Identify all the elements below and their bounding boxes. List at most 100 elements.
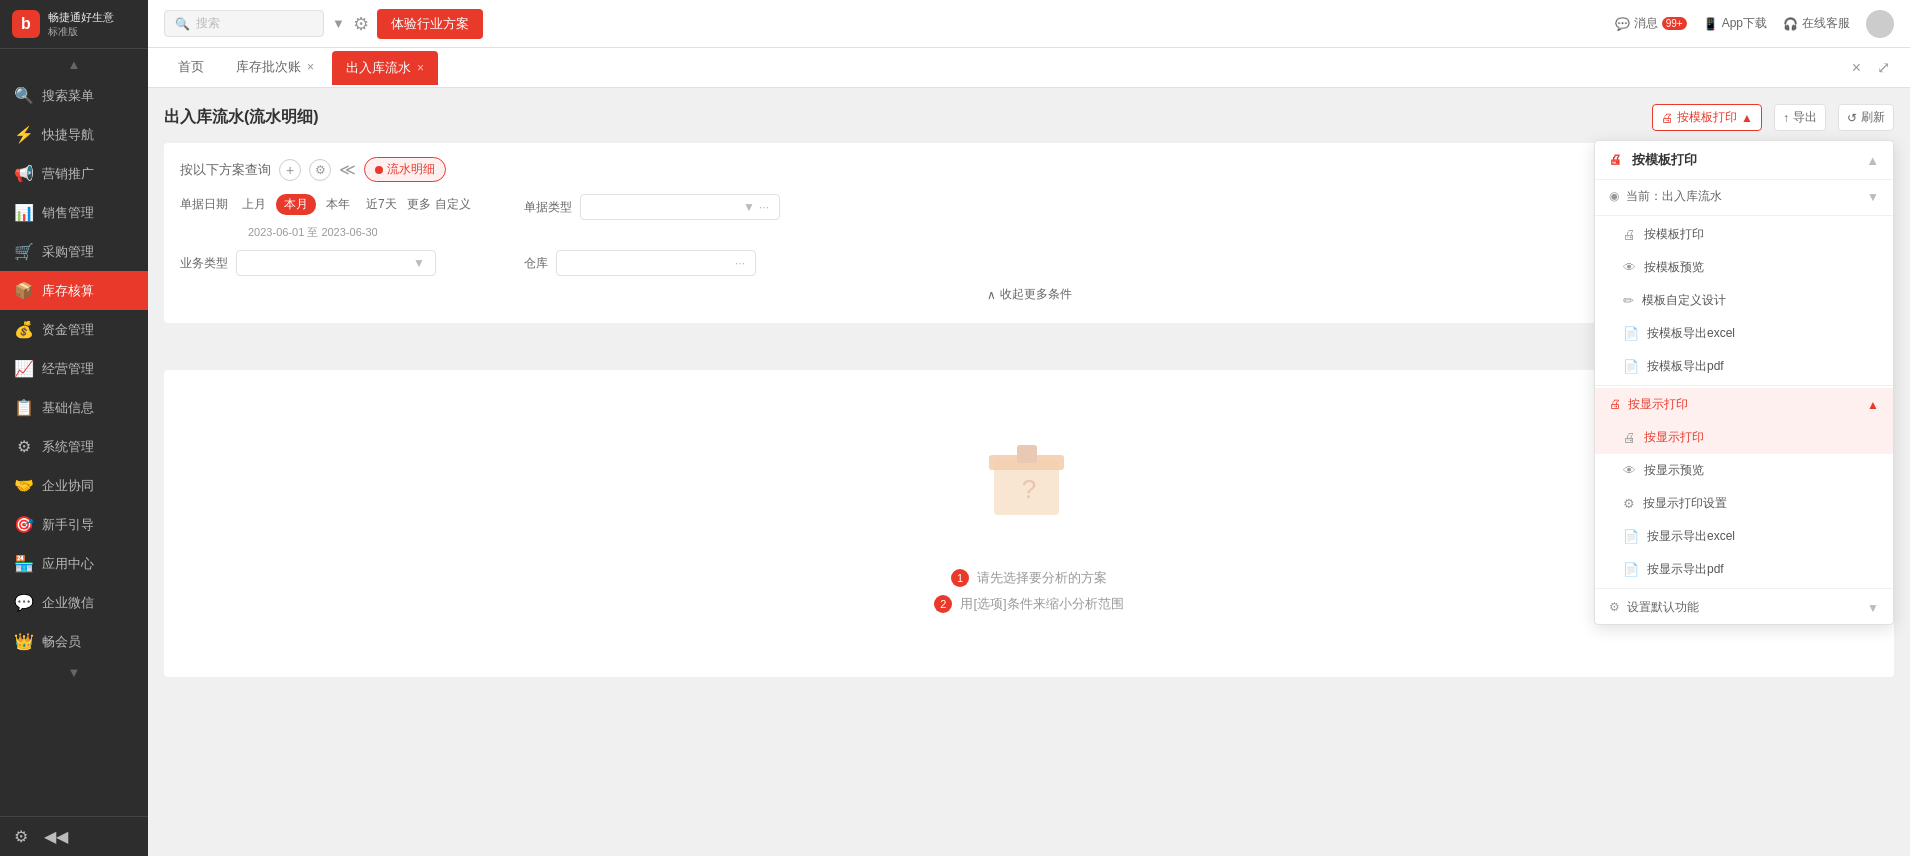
dropdown-template-export-excel[interactable]: 📄 按模板导出excel — [1595, 317, 1893, 350]
doc-type-label: 单据类型 — [524, 199, 572, 216]
tab-home[interactable]: 首页 — [164, 50, 218, 86]
topbar-settings-icon[interactable]: ⚙ — [353, 13, 369, 35]
date-custom[interactable]: 自定义 — [435, 196, 471, 213]
phone-icon: 📱 — [1703, 17, 1718, 31]
doc-type-select[interactable]: ▼ ··· — [580, 194, 780, 220]
dropdown-template-export-pdf[interactable]: 📄 按模板导出pdf — [1595, 350, 1893, 383]
message-icon: 💬 — [1615, 17, 1630, 31]
step-2-number: 2 — [934, 595, 952, 613]
dropdown-display-print[interactable]: 🖨 按显示打印 — [1595, 421, 1893, 454]
dropdown-display-preview[interactable]: 👁 按显示预览 — [1595, 454, 1893, 487]
app-download-button[interactable]: 📱 App下载 — [1703, 15, 1767, 32]
dropdown-display-section-header[interactable]: 🖨 按显示打印 ▲ — [1595, 388, 1893, 421]
sidebar: b 畅捷通好生意 标准版 ▲ 🔍 搜索菜单 ⚡ 快捷导航 📢 营销推广 📊 销售… — [0, 0, 148, 856]
filter-tag-dot — [375, 166, 383, 174]
topbar-dropdown-icon[interactable]: ▼ — [332, 16, 345, 31]
window-close-icon[interactable]: × — [1848, 57, 1865, 79]
template-preview-icon: 👁 — [1623, 260, 1636, 275]
dropdown-display-print-settings[interactable]: ⚙ 按显示打印设置 — [1595, 487, 1893, 520]
dropdown-display-section-arrow: ▲ — [1867, 398, 1879, 412]
sidebar-item-purchase[interactable]: 🛒 采购管理 — [0, 232, 148, 271]
filter-add-button[interactable]: + — [279, 159, 301, 181]
sidebar-item-shortcut[interactable]: ⚡ 快捷导航 — [0, 115, 148, 154]
sidebar-item-cooperation[interactable]: 🤝 企业协同 — [0, 466, 148, 505]
filter-collapse-icon[interactable]: ≪ — [339, 160, 356, 179]
date-prev-month[interactable]: 上月 — [236, 194, 272, 215]
dropdown-display-section-icon: 🖨 — [1609, 397, 1621, 411]
page-header: 出入库流水(流水明细) 🖨 按模板打印 ▲ ↑ 导出 ↺ 刷新 — [164, 104, 1894, 131]
dropdown-current-selection[interactable]: ◉ 当前：出入库流水 ▼ — [1595, 180, 1893, 213]
template-design-icon: ✏ — [1623, 293, 1634, 308]
date-more[interactable]: 更多 — [407, 196, 431, 213]
sidebar-item-newguide[interactable]: 🎯 新手引导 — [0, 505, 148, 544]
filter-settings-button[interactable]: ⚙ — [309, 159, 331, 181]
dropdown-set-default[interactable]: ⚙ 设置默认功能 ▼ — [1595, 591, 1893, 624]
display-preview-icon: 👁 — [1623, 463, 1636, 478]
sidebar-nav: ▲ 🔍 搜索菜单 ⚡ 快捷导航 📢 营销推广 📊 销售管理 🛒 采购管理 📦 库… — [0, 49, 148, 816]
tab-batch[interactable]: 库存批次账 × — [222, 50, 328, 86]
footer-collapse-icon[interactable]: ◀◀ — [44, 827, 68, 846]
export-action[interactable]: ↑ 导出 — [1774, 104, 1826, 131]
dropdown-print-icon: 🖨 — [1609, 152, 1622, 167]
industry-solution-button[interactable]: 体验行业方案 — [377, 9, 483, 39]
warehouse-select[interactable]: ··· — [556, 250, 756, 276]
messages-button[interactable]: 💬 消息 99+ — [1615, 15, 1687, 32]
sidebar-item-member[interactable]: 👑 畅会员 — [0, 622, 148, 661]
dropdown-display-export-excel[interactable]: 📄 按显示导出excel — [1595, 520, 1893, 553]
footer-settings-icon[interactable]: ⚙ — [14, 827, 28, 846]
date-current-year[interactable]: 本年 — [320, 194, 356, 215]
filter-biz-type-field: 业务类型 ▼ — [180, 250, 500, 276]
sidebar-item-wechat[interactable]: 💬 企业微信 — [0, 583, 148, 622]
sidebar-item-search[interactable]: 🔍 搜索菜单 — [0, 76, 148, 115]
date-shortcuts: 上月 本月 本年 近7天 更多 自定义 — [236, 194, 471, 215]
biz-type-select[interactable]: ▼ — [236, 250, 436, 276]
empty-state: ? 1 请先选择要分析的方案 2 用[选项]条件来缩小分析范围 — [874, 370, 1183, 677]
dropdown-default-arrow: ▼ — [1867, 601, 1879, 615]
sidebar-item-operations[interactable]: 📈 经营管理 — [0, 349, 148, 388]
tabs-right: × ⤢ — [1848, 56, 1894, 79]
date-current-month[interactable]: 本月 — [276, 194, 316, 215]
sidebar-item-basic[interactable]: 📋 基础信息 — [0, 388, 148, 427]
online-service-button[interactable]: 🎧 在线客服 — [1783, 15, 1850, 32]
headset-icon: 🎧 — [1783, 17, 1798, 31]
filter-tag[interactable]: 流水明细 — [364, 157, 446, 182]
empty-icon: ? — [979, 430, 1079, 549]
app-logo-icon: b — [12, 10, 40, 38]
date-last-7days[interactable]: 近7天 — [360, 194, 403, 215]
dropdown-template-print[interactable]: 🖨 按模板打印 — [1595, 218, 1893, 251]
sidebar-item-finance[interactable]: 💰 资金管理 — [0, 310, 148, 349]
refresh-action[interactable]: ↺ 刷新 — [1838, 104, 1894, 131]
doc-type-more-icon[interactable]: ··· — [759, 200, 769, 214]
tab-flow-close[interactable]: × — [417, 61, 424, 75]
sidebar-item-marketing[interactable]: 📢 营销推广 — [0, 154, 148, 193]
sidebar-item-sales[interactable]: 📊 销售管理 — [0, 193, 148, 232]
topbar-search-box[interactable]: 🔍 搜索 — [164, 10, 324, 37]
topbar-search-placeholder: 搜索 — [196, 15, 220, 32]
doc-type-chevron-icon: ▼ — [743, 200, 755, 214]
page-title: 出入库流水(流水明细) — [164, 107, 319, 128]
dropdown-chevron-up-icon[interactable]: ▲ — [1866, 153, 1879, 168]
warehouse-more-icon[interactable]: ··· — [735, 256, 745, 270]
dropdown-template-preview[interactable]: 👁 按模板预览 — [1595, 251, 1893, 284]
dropdown-display-export-pdf[interactable]: 📄 按显示导出pdf — [1595, 553, 1893, 586]
display-pdf-icon: 📄 — [1623, 562, 1639, 577]
sidebar-item-inventory[interactable]: 📦 库存核算 — [0, 271, 148, 310]
sidebar-item-system[interactable]: ⚙ 系统管理 — [0, 427, 148, 466]
sidebar-scroll-down[interactable]: ▼ — [0, 661, 148, 684]
template-pdf-icon: 📄 — [1623, 359, 1639, 374]
chevron-up-icon: ∧ — [987, 288, 996, 302]
tab-batch-close[interactable]: × — [307, 60, 314, 74]
sidebar-footer: ⚙ ◀◀ — [0, 816, 148, 856]
sidebar-item-appstore[interactable]: 🏪 应用中心 — [0, 544, 148, 583]
template-print-action[interactable]: 🖨 按模板打印 ▲ — [1652, 104, 1762, 131]
empty-step-1: 1 请先选择要分析的方案 — [951, 569, 1107, 587]
biz-type-chevron-icon: ▼ — [413, 256, 425, 270]
user-avatar[interactable] — [1866, 10, 1894, 38]
finance-icon: 💰 — [14, 320, 34, 339]
sidebar-scroll-up[interactable]: ▲ — [0, 53, 148, 76]
filter-label: 按以下方案查询 — [180, 161, 271, 179]
window-maximize-icon[interactable]: ⤢ — [1873, 56, 1894, 79]
dropdown-template-design[interactable]: ✏ 模板自定义设计 — [1595, 284, 1893, 317]
display-settings-icon: ⚙ — [1623, 496, 1635, 511]
tab-flow[interactable]: 出入库流水 × — [332, 51, 438, 85]
